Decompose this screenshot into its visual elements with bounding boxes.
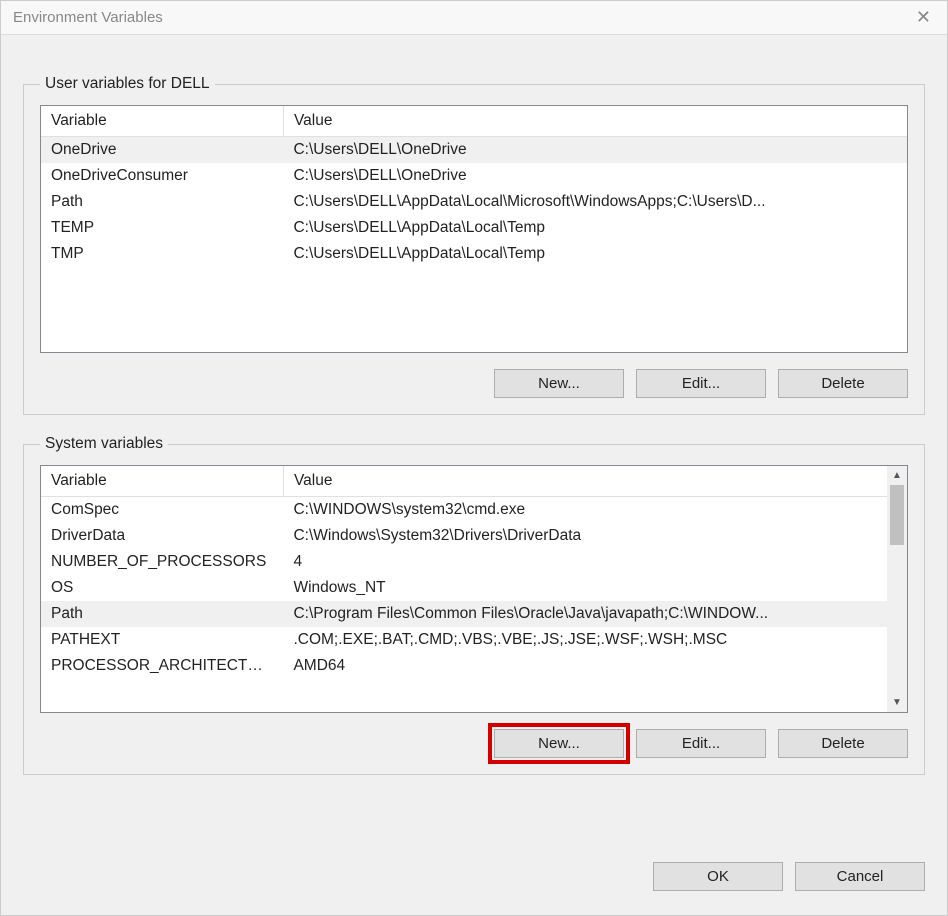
system-var-row[interactable]: PATHEXT.COM;.EXE;.BAT;.CMD;.VBS;.VBE;.JS… xyxy=(41,627,907,653)
system-variables-table[interactable]: Variable Value ComSpecC:\WINDOWS\system3… xyxy=(41,466,907,679)
system-var-row[interactable]: OSWindows_NT xyxy=(41,575,907,601)
system-var-cell-value: Windows_NT xyxy=(283,575,907,601)
system-var-cell-value: 4 xyxy=(283,549,907,575)
close-icon[interactable]: ✕ xyxy=(910,7,937,28)
user-var-cell-variable: OneDriveConsumer xyxy=(41,163,283,189)
user-buttons-row: New... Edit... Delete xyxy=(40,369,908,398)
system-var-cell-value: AMD64 xyxy=(283,653,907,679)
user-var-cell-variable: TMP xyxy=(41,241,283,267)
system-var-cell-variable: NUMBER_OF_PROCESSORS xyxy=(41,549,283,575)
user-var-cell-variable: Path xyxy=(41,189,283,215)
system-new-button[interactable]: New... xyxy=(494,729,624,758)
system-var-row[interactable]: ComSpecC:\WINDOWS\system32\cmd.exe xyxy=(41,497,907,524)
system-header-value[interactable]: Value xyxy=(283,466,907,497)
scroll-thumb[interactable] xyxy=(890,485,904,545)
system-header-variable[interactable]: Variable xyxy=(41,466,283,497)
system-variables-table-container: Variable Value ComSpecC:\WINDOWS\system3… xyxy=(40,465,908,713)
system-var-cell-value: C:\Program Files\Common Files\Oracle\Jav… xyxy=(283,601,907,627)
cancel-button[interactable]: Cancel xyxy=(795,862,925,891)
system-scrollbar[interactable]: ▲ ▼ xyxy=(887,466,907,712)
user-var-cell-value: C:\Users\DELL\AppData\Local\Temp xyxy=(283,241,907,267)
system-variables-legend: System variables xyxy=(40,435,168,453)
dialog-footer: OK Cancel xyxy=(1,842,947,915)
system-edit-button[interactable]: Edit... xyxy=(636,729,766,758)
system-var-cell-value: C:\Windows\System32\Drivers\DriverData xyxy=(283,523,907,549)
user-var-row[interactable]: TEMPC:\Users\DELL\AppData\Local\Temp xyxy=(41,215,907,241)
system-var-row[interactable]: PROCESSOR_ARCHITECTUREAMD64 xyxy=(41,653,907,679)
system-var-cell-variable: OS xyxy=(41,575,283,601)
user-variables-legend: User variables for DELL xyxy=(40,75,215,93)
user-var-cell-variable: OneDrive xyxy=(41,137,283,164)
user-var-row[interactable]: OneDriveConsumerC:\Users\DELL\OneDrive xyxy=(41,163,907,189)
user-var-row[interactable]: OneDriveC:\Users\DELL\OneDrive xyxy=(41,137,907,164)
environment-variables-dialog: Environment Variables ✕ User variables f… xyxy=(0,0,948,916)
user-var-cell-variable: TEMP xyxy=(41,215,283,241)
system-var-cell-variable: Path xyxy=(41,601,283,627)
system-variables-group: System variables Variable Value ComSpecC… xyxy=(23,435,925,775)
ok-button[interactable]: OK xyxy=(653,862,783,891)
system-buttons-row: New... Edit... Delete xyxy=(40,729,908,758)
user-var-cell-value: C:\Users\DELL\OneDrive xyxy=(283,137,907,164)
system-var-cell-value: C:\WINDOWS\system32\cmd.exe xyxy=(283,497,907,524)
system-var-cell-value: .COM;.EXE;.BAT;.CMD;.VBS;.VBE;.JS;.JSE;.… xyxy=(283,627,907,653)
user-delete-button[interactable]: Delete xyxy=(778,369,908,398)
system-var-row[interactable]: DriverDataC:\Windows\System32\Drivers\Dr… xyxy=(41,523,907,549)
system-var-cell-variable: DriverData xyxy=(41,523,283,549)
dialog-content: User variables for DELL Variable Value O… xyxy=(1,35,947,842)
user-var-cell-value: C:\Users\DELL\AppData\Local\Microsoft\Wi… xyxy=(283,189,907,215)
user-variables-group: User variables for DELL Variable Value O… xyxy=(23,75,925,415)
titlebar: Environment Variables ✕ xyxy=(1,1,947,35)
system-var-row[interactable]: PathC:\Program Files\Common Files\Oracle… xyxy=(41,601,907,627)
system-var-row[interactable]: NUMBER_OF_PROCESSORS4 xyxy=(41,549,907,575)
scroll-up-icon[interactable]: ▲ xyxy=(892,468,902,483)
user-header-variable[interactable]: Variable xyxy=(41,106,283,137)
user-var-row[interactable]: TMPC:\Users\DELL\AppData\Local\Temp xyxy=(41,241,907,267)
user-new-button[interactable]: New... xyxy=(494,369,624,398)
user-edit-button[interactable]: Edit... xyxy=(636,369,766,398)
user-var-cell-value: C:\Users\DELL\AppData\Local\Temp xyxy=(283,215,907,241)
system-var-cell-variable: PATHEXT xyxy=(41,627,283,653)
system-delete-button[interactable]: Delete xyxy=(778,729,908,758)
user-variables-table-container: Variable Value OneDriveC:\Users\DELL\One… xyxy=(40,105,908,353)
user-var-row[interactable]: PathC:\Users\DELL\AppData\Local\Microsof… xyxy=(41,189,907,215)
user-header-value[interactable]: Value xyxy=(283,106,907,137)
system-var-cell-variable: ComSpec xyxy=(41,497,283,524)
user-var-cell-value: C:\Users\DELL\OneDrive xyxy=(283,163,907,189)
scroll-down-icon[interactable]: ▼ xyxy=(892,695,902,710)
user-variables-table[interactable]: Variable Value OneDriveC:\Users\DELL\One… xyxy=(41,106,907,267)
system-var-cell-variable: PROCESSOR_ARCHITECTURE xyxy=(41,653,283,679)
window-title: Environment Variables xyxy=(13,9,163,26)
